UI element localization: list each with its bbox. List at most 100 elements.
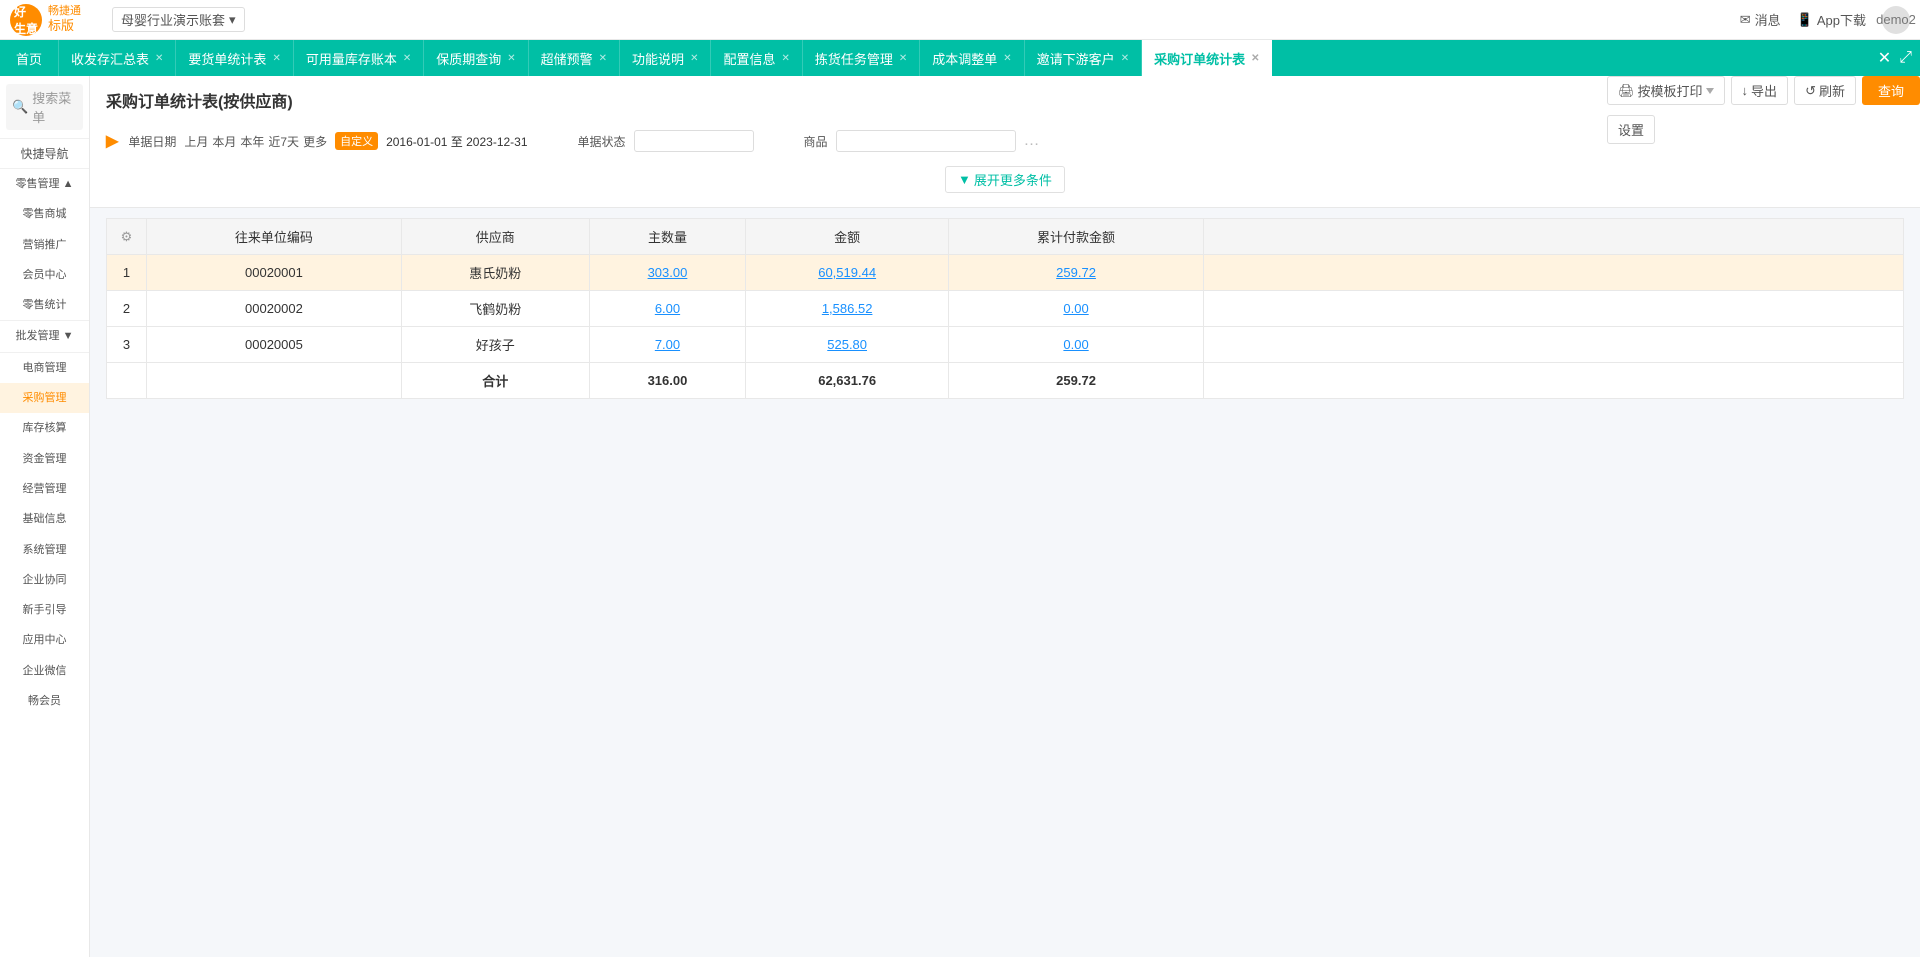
export-button[interactable]: ↓ 导出: [1731, 76, 1789, 105]
sidebar-item-quicknav[interactable]: 快捷导航: [0, 139, 89, 168]
date-link-this-year[interactable]: 本年: [240, 133, 264, 150]
close-function-desc-icon[interactable]: ✕: [690, 53, 698, 64]
tab-function-desc[interactable]: 功能说明 ✕: [620, 40, 711, 76]
top-right-row-1: 🖨 按模板打印 ↓ 导出 ↺ 刷新 查询: [1607, 76, 1920, 105]
sidebar-item-ecommerce[interactable]: 电商管理: [0, 353, 89, 383]
query-label: 查询: [1878, 84, 1904, 99]
col-extra-header: [1204, 219, 1904, 255]
sidebar-item-app-center[interactable]: 应用中心: [0, 625, 89, 655]
status-select[interactable]: [634, 130, 754, 152]
tab-overstock-warning[interactable]: 超储预警 ✕: [529, 40, 620, 76]
expand-window-icon[interactable]: ⤢: [1899, 49, 1912, 67]
date-link-more[interactable]: 更多: [303, 133, 327, 150]
expand-more-label: 展开更多条件: [974, 170, 1052, 189]
row-paid-1: 259.72: [949, 255, 1204, 291]
tab-home[interactable]: 首页: [0, 40, 59, 76]
col-qty-header: 主数量: [589, 219, 745, 255]
logo-icon: 好生意: [10, 4, 42, 36]
tab-receive-summary[interactable]: 收发存汇总表 ✕: [59, 40, 176, 76]
sidebar-search[interactable]: 🔍 搜索菜单: [0, 76, 89, 139]
tab-expiry-query[interactable]: 保质期查询 ✕: [424, 40, 528, 76]
nav-tabs: 首页 收发存汇总表 ✕ 要货单统计表 ✕ 可用量库存账本 ✕ 保质期查询 ✕ 超…: [0, 40, 1920, 76]
sidebar-item-ops-mgmt[interactable]: 经营管理: [0, 474, 89, 504]
main-layout: 🔍 搜索菜单 快捷导航 零售管理 ▲ 零售商城 营销推广 会员中心 零售统计: [0, 76, 1920, 957]
sidebar-item-basic-info[interactable]: 基础信息: [0, 504, 89, 534]
row-amount-2: 1,586.52: [746, 291, 949, 327]
sidebar-item-retail-store[interactable]: 零售商城: [0, 199, 89, 229]
sidebar-item-enterprise-collab[interactable]: 企业协同: [0, 565, 89, 595]
sidebar-item-purchase-mgmt[interactable]: 采购管理: [0, 383, 89, 413]
sidebar-item-retail-mgmt[interactable]: 零售管理 ▲: [0, 169, 89, 199]
row-code-2: 00020002: [147, 291, 402, 327]
sidebar-item-sys-mgmt[interactable]: 系统管理: [0, 535, 89, 565]
close-cost-adjust-icon[interactable]: ✕: [1003, 53, 1011, 64]
custom-badge[interactable]: 自定义: [335, 132, 378, 150]
sidebar-item-inventory-check[interactable]: 库存核算: [0, 413, 89, 443]
tab-cost-adjust[interactable]: 成本调整单 ✕: [920, 40, 1024, 76]
status-label: 单据状态: [578, 133, 626, 150]
expand-more-row: ▼ 展开更多条件: [106, 160, 1904, 199]
table-row: 1 00020001 惠氏奶粉 303.00 60,519.44 259.72: [107, 255, 1904, 291]
filter-status-row: 单据状态: [578, 130, 754, 152]
table-row: 3 00020005 好孩子 7.00 525.80 0.00: [107, 327, 1904, 363]
avatar[interactable]: demo2: [1882, 6, 1910, 34]
gear-icon[interactable]: ⚙: [121, 229, 133, 244]
template-print-chevron-icon: [1706, 88, 1714, 94]
template-print-label: 按模板打印: [1638, 81, 1703, 100]
expand-more-button[interactable]: ▼ 展开更多条件: [945, 166, 1065, 193]
close-purchase-summary-icon[interactable]: ✕: [1251, 53, 1259, 64]
close-pickup-task-icon[interactable]: ✕: [899, 53, 907, 64]
row-code-3: 00020005: [147, 327, 402, 363]
close-receive-summary-icon[interactable]: ✕: [155, 53, 163, 64]
close-usable-inventory-icon[interactable]: ✕: [403, 53, 411, 64]
close-expiry-query-icon[interactable]: ✕: [507, 53, 515, 64]
settings-button[interactable]: 设置: [1607, 115, 1655, 144]
goods-input[interactable]: [836, 130, 1016, 152]
query-button[interactable]: 查询: [1862, 76, 1920, 105]
close-overstock-warning-icon[interactable]: ✕: [599, 53, 607, 64]
tab-usable-inventory[interactable]: 可用量库存账本 ✕: [294, 40, 424, 76]
date-link-this-month[interactable]: 本月: [212, 133, 236, 150]
app-download-btn[interactable]: 📱 App下载: [1797, 10, 1866, 29]
sidebar-item-member[interactable]: 畅会员: [0, 686, 89, 716]
footer-qty: 316.00: [589, 363, 745, 399]
row-num-2: 2: [107, 291, 147, 327]
sidebar-item-enterprise-wechat[interactable]: 企业微信: [0, 656, 89, 686]
close-config-info-icon[interactable]: ✕: [781, 53, 789, 64]
row-paid-3: 0.00: [949, 327, 1204, 363]
close-window-icon[interactable]: ✕: [1878, 48, 1891, 68]
refresh-button[interactable]: ↺ 刷新: [1794, 76, 1856, 105]
filter-goods-row: 商品 …: [804, 130, 1040, 152]
sidebar-item-member-center[interactable]: 会员中心: [0, 260, 89, 290]
workspace-selector[interactable]: 母婴行业演示账套 ▾: [112, 7, 245, 32]
row-amount-1: 60,519.44: [746, 255, 949, 291]
nav-right-btns: ✕ ⤢: [1878, 48, 1920, 68]
sidebar-section-retail-mgmt: 零售管理 ▲ 零售商城 营销推广 会员中心 零售统计: [0, 169, 89, 321]
close-invite-downstream-icon[interactable]: ✕: [1121, 53, 1129, 64]
tab-config-info[interactable]: 配置信息 ✕: [711, 40, 802, 76]
sidebar-item-marketing[interactable]: 营销推广: [0, 230, 89, 260]
tab-invite-downstream[interactable]: 邀请下游客户 ✕: [1025, 40, 1142, 76]
date-link-7days[interactable]: 近7天: [268, 133, 299, 150]
settings-label: 设置: [1618, 123, 1644, 138]
date-link-last-month[interactable]: 上月: [184, 133, 208, 150]
row-qty-1: 303.00: [589, 255, 745, 291]
sidebar-item-wholesale-mgmt[interactable]: 批发管理 ▼: [0, 321, 89, 351]
workspace-chevron-icon: ▾: [229, 12, 236, 28]
tab-pickup-task[interactable]: 拣货任务管理 ✕: [803, 40, 920, 76]
tab-order-summary[interactable]: 要货单统计表 ✕: [176, 40, 293, 76]
sidebar-item-new-guide[interactable]: 新手引导: [0, 595, 89, 625]
sidebar-item-retail-stats[interactable]: 零售统计: [0, 290, 89, 320]
footer-amount: 62,631.76: [746, 363, 949, 399]
content-area: 采购订单统计表(按供应商) 🖨 按模板打印 ↓ 导出 ↺ 刷新: [90, 76, 1920, 957]
sidebar-item-fund-mgmt[interactable]: 资金管理: [0, 444, 89, 474]
row-code-1: 00020001: [147, 255, 402, 291]
template-print-button[interactable]: 🖨 按模板打印: [1607, 76, 1725, 105]
close-order-summary-icon[interactable]: ✕: [272, 53, 280, 64]
expand-filter-icon[interactable]: ▶: [106, 131, 118, 151]
refresh-icon: ↺: [1805, 83, 1816, 99]
message-btn[interactable]: ✉ 消息: [1740, 10, 1781, 29]
row-supplier-2: 飞鹤奶粉: [401, 291, 589, 327]
tab-purchase-summary[interactable]: 采购订单统计表 ✕: [1142, 40, 1272, 76]
goods-more-icon[interactable]: …: [1024, 132, 1040, 150]
